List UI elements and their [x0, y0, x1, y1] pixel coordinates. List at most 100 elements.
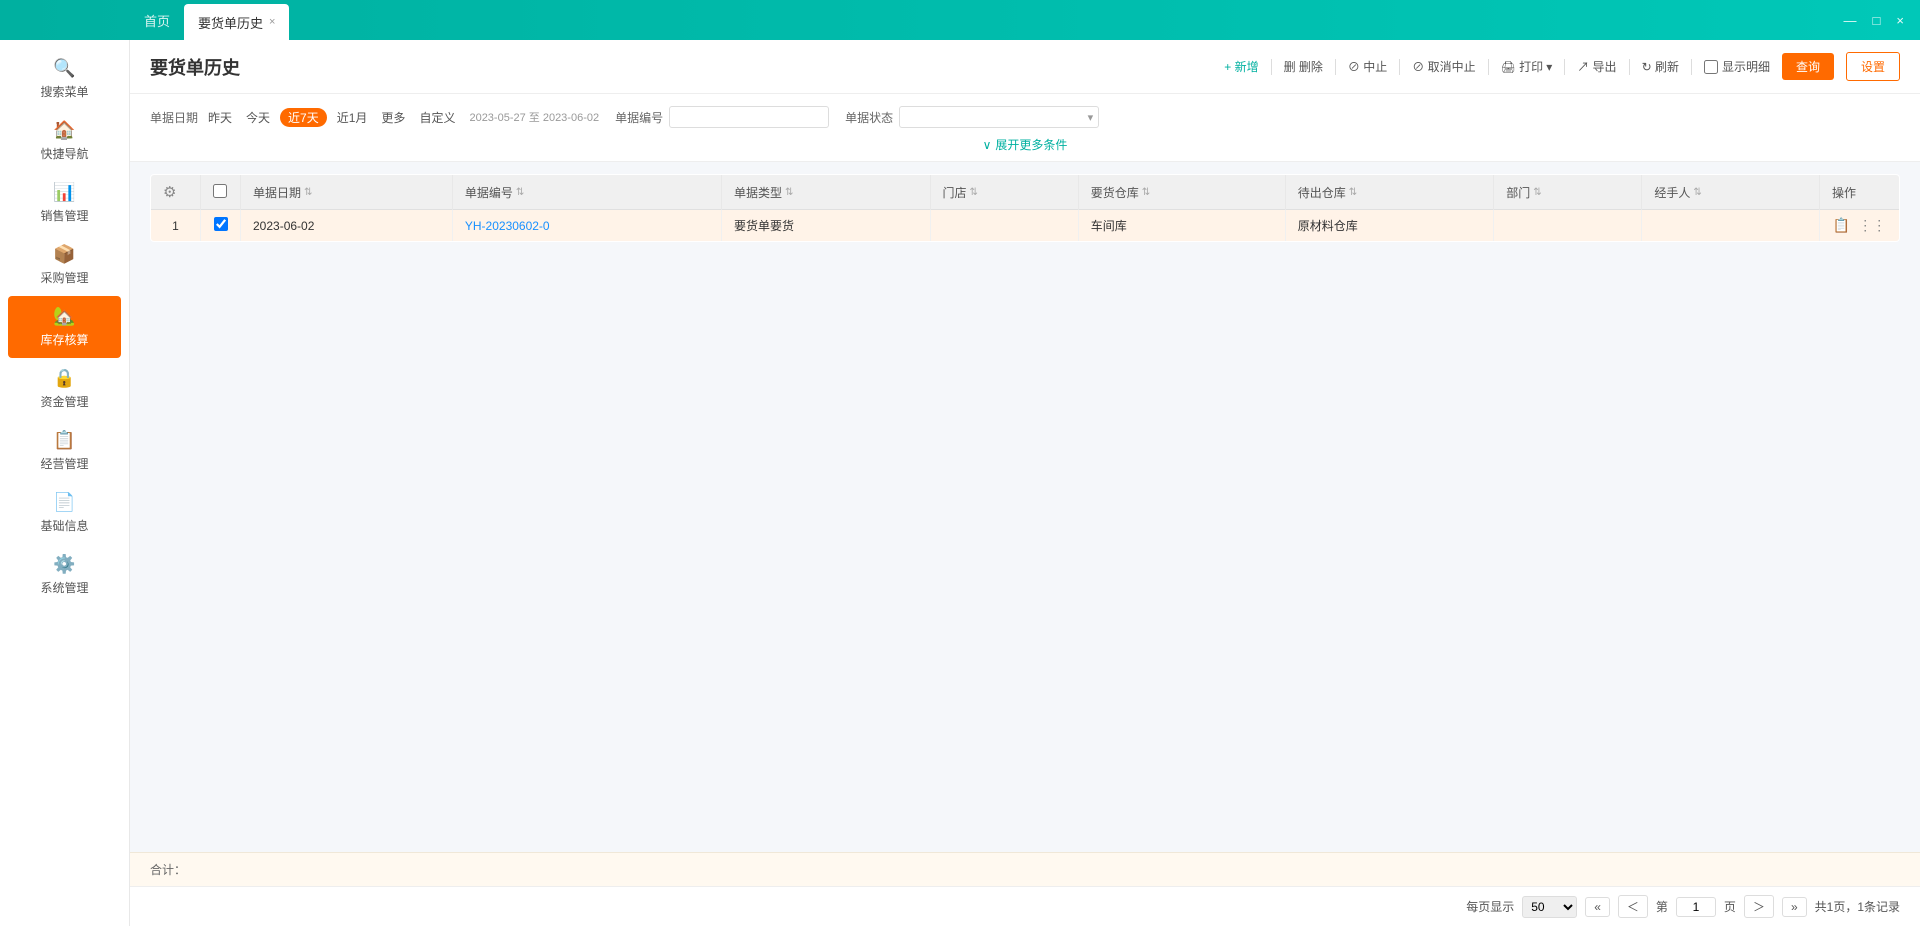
col-doc-no-sort-icon[interactable]: ⇅ [516, 187, 524, 198]
sales-mgmt-icon: 📊 [53, 182, 75, 203]
tab-home[interactable]: 首页 [130, 0, 184, 40]
date-chip-7days[interactable]: 近7天 [280, 108, 327, 127]
col-header-dept: 部门 ⇅ [1494, 175, 1642, 210]
sidebar-item-purchase-mgmt[interactable]: 📦 采购管理 [0, 234, 129, 296]
minimize-btn[interactable]: — [1844, 13, 1857, 28]
col-store-label: 门店 [943, 184, 967, 201]
select-all-checkbox[interactable] [213, 184, 227, 198]
pagination-area: 每页显示 50 10 20 100 « ＜ 第 页 ＞ » 共1页，1条记录 [130, 886, 1920, 926]
toolbar-divider-5 [1564, 59, 1565, 75]
expand-chevron-icon: ∨ [983, 138, 992, 152]
date-chip-yesterday[interactable]: 昨天 [204, 108, 236, 127]
col-req-warehouse-sort-icon[interactable]: ⇅ [1142, 187, 1150, 198]
content-area: 要货单历史 + 新增 删 删除 ⊘ 中止 ⊘ 取消中止 🖨 打印 ▾ ↗ 导出 [130, 40, 1920, 926]
sidebar-item-operations-mgmt-label: 经营管理 [40, 455, 88, 472]
col-doc-type-sort-icon[interactable]: ⇅ [785, 187, 793, 198]
print-arrow-icon: ▾ [1546, 60, 1552, 74]
tab-close-icon[interactable]: × [269, 16, 275, 28]
page-suffix: 页 [1724, 898, 1736, 915]
expand-more-btn[interactable]: ∨ 展开更多条件 [150, 136, 1900, 153]
row-store [930, 210, 1078, 242]
col-header-doc-no: 单据编号 ⇅ [452, 175, 721, 210]
search-menu-icon: 🔍 [53, 58, 75, 79]
col-store-sort-icon[interactable]: ⇅ [970, 187, 978, 198]
doc-status-select[interactable] [899, 106, 1099, 128]
row-select-checkbox[interactable] [214, 217, 228, 231]
add-button[interactable]: + 新增 [1224, 58, 1258, 75]
top-bar: 首页 要货单历史 × — □ × [0, 0, 1920, 40]
col-handler-label: 经手人 [1654, 184, 1690, 201]
date-chip-today[interactable]: 今天 [242, 108, 274, 127]
date-chips: 昨天 今天 近7天 近1月 更多 自定义 [204, 108, 459, 127]
row-doc-type: 要货单要货 [722, 210, 931, 242]
table-gear-icon[interactable]: ⚙ [163, 184, 176, 201]
col-header-req-warehouse: 要货仓库 ⇅ [1078, 175, 1285, 210]
col-header-store: 门店 ⇅ [930, 175, 1078, 210]
refresh-button[interactable]: ↻ 刷新 [1642, 58, 1679, 75]
sidebar-item-basic-info[interactable]: 📄 基础信息 [0, 482, 129, 544]
tab-requisition-history[interactable]: 要货单历史 × [184, 4, 289, 40]
date-range-display: 2023-05-27 至 2023-06-02 [469, 109, 599, 125]
sidebar-item-operations-mgmt[interactable]: 📋 经营管理 [0, 420, 129, 482]
col-pending-warehouse-label: 待出仓库 [1298, 184, 1346, 201]
row-req-warehouse-value: 车间库 [1091, 219, 1127, 233]
col-header-op: 操作 [1820, 175, 1900, 210]
date-chip-more[interactable]: 更多 [377, 108, 409, 127]
query-button[interactable]: 查询 [1782, 53, 1834, 80]
inventory-mgmt-icon: 🏡 [53, 306, 75, 327]
sidebar-item-sales-mgmt[interactable]: 📊 销售管理 [0, 172, 129, 234]
print-label: 🖨 打印 [1501, 58, 1544, 75]
sidebar: 🔍 搜索菜单 🏠 快捷导航 📊 销售管理 📦 采购管理 🏡 库存核算 🔒 资金管… [0, 40, 130, 926]
col-req-warehouse-label: 要货仓库 [1091, 184, 1139, 201]
row-no: 1 [172, 219, 179, 233]
basic-info-icon: 📄 [53, 492, 75, 513]
row-edit-icon[interactable]: 📋 [1833, 217, 1850, 234]
window-close-btn[interactable]: × [1896, 13, 1904, 28]
page-title-row: 要货单历史 + 新增 删 删除 ⊘ 中止 ⊘ 取消中止 🖨 打印 ▾ ↗ 导出 [150, 52, 1900, 81]
table-container: ⚙ 单据日期 ⇅ 单据编号 [130, 162, 1920, 852]
col-header-handler: 经手人 ⇅ [1642, 175, 1820, 210]
show-detail-checkbox[interactable] [1704, 60, 1718, 74]
col-doc-type-label: 单据类型 [734, 184, 782, 201]
sidebar-item-search-menu-label: 搜索菜单 [40, 83, 88, 100]
sidebar-item-finance-mgmt[interactable]: 🔒 资金管理 [0, 358, 129, 420]
delete-button[interactable]: 删 删除 [1284, 58, 1323, 75]
date-chip-custom[interactable]: 自定义 [415, 108, 459, 127]
sidebar-item-inventory-mgmt[interactable]: 🏡 库存核算 [8, 296, 121, 358]
sidebar-item-basic-info-label: 基础信息 [40, 517, 88, 534]
last-page-btn[interactable]: » [1782, 897, 1807, 917]
col-date-label: 单据日期 [253, 184, 301, 201]
sidebar-item-quick-nav[interactable]: 🏠 快捷导航 [0, 110, 129, 172]
col-date-sort-icon[interactable]: ⇅ [304, 187, 312, 198]
col-header-doc-type: 单据类型 ⇅ [722, 175, 931, 210]
table-row: 1 2023-06-02 YH-20230602-0 要货单要货 [151, 210, 1900, 242]
tab-home-label: 首页 [144, 11, 170, 30]
page-size-select[interactable]: 50 10 20 100 [1522, 896, 1577, 918]
doc-status-select-wrapper [899, 106, 1099, 128]
sidebar-item-system-mgmt[interactable]: ⚙️ 系统管理 [0, 544, 129, 606]
stop-button[interactable]: ⊘ 中止 [1348, 58, 1387, 75]
next-page-btn[interactable]: ＞ [1744, 895, 1774, 918]
maximize-btn[interactable]: □ [1873, 13, 1881, 28]
doc-no-input[interactable] [669, 106, 829, 128]
sidebar-item-system-mgmt-label: 系统管理 [40, 579, 88, 596]
prev-page-btn[interactable]: ＜ [1618, 895, 1648, 918]
doc-no-filter-group: 单据编号 [615, 106, 829, 128]
col-handler-sort-icon[interactable]: ⇅ [1693, 187, 1701, 198]
toolbar-divider-3 [1399, 59, 1400, 75]
row-req-warehouse: 车间库 [1078, 210, 1285, 242]
row-more-icon[interactable]: ⋮⋮ [1858, 217, 1886, 234]
export-button[interactable]: ↗ 导出 [1577, 58, 1616, 75]
toolbar-divider-7 [1691, 59, 1692, 75]
print-button[interactable]: 🖨 打印 ▾ [1501, 58, 1553, 75]
col-dept-sort-icon[interactable]: ⇅ [1533, 187, 1541, 198]
date-chip-1month[interactable]: 近1月 [333, 108, 372, 127]
col-pending-warehouse-sort-icon[interactable]: ⇅ [1349, 187, 1357, 198]
row-doc-no-link[interactable]: YH-20230602-0 [465, 219, 550, 233]
cancel-stop-button[interactable]: ⊘ 取消中止 [1412, 58, 1475, 75]
page-number-input[interactable] [1676, 897, 1716, 917]
first-page-btn[interactable]: « [1585, 897, 1610, 917]
toolbar: + 新增 删 删除 ⊘ 中止 ⊘ 取消中止 🖨 打印 ▾ ↗ 导出 ↻ 刷 [1224, 52, 1900, 81]
sidebar-item-search-menu[interactable]: 🔍 搜索菜单 [0, 48, 129, 110]
settings-button[interactable]: 设置 [1846, 52, 1900, 81]
